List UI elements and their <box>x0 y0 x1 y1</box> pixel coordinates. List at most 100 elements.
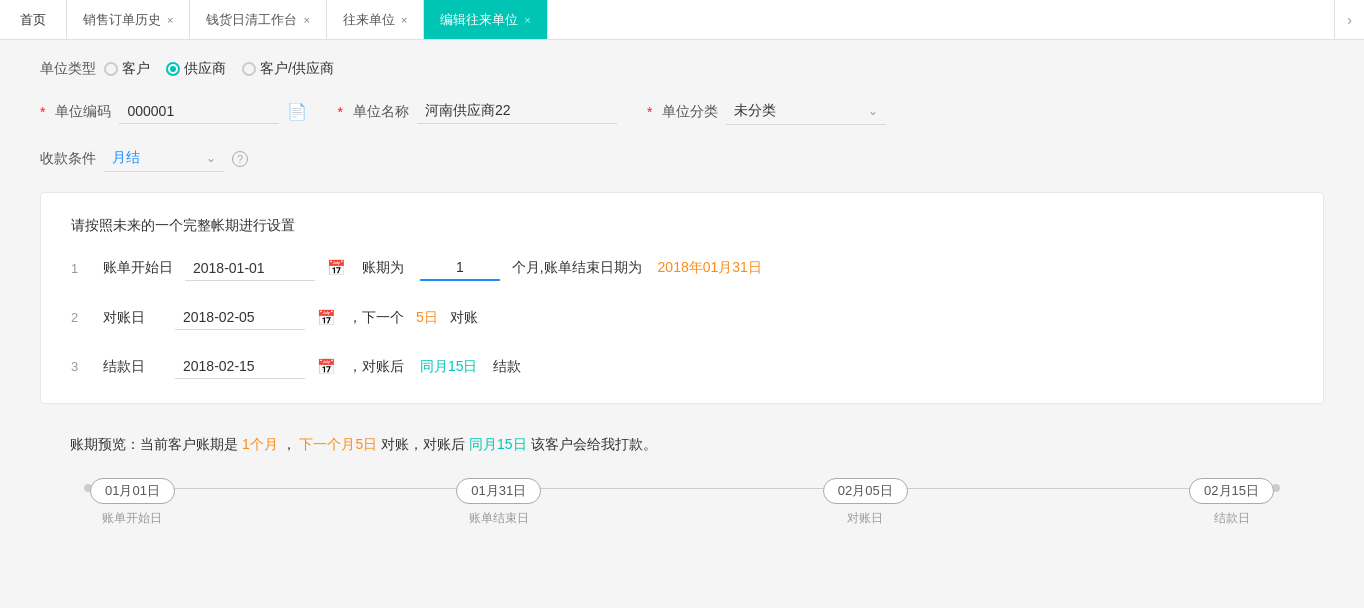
unit-code-icon[interactable]: 📄 <box>287 102 307 121</box>
unit-name-field: * 单位名称 <box>337 99 616 124</box>
radio-supplier-label: 供应商 <box>184 60 226 78</box>
unit-category-field: * 单位分类 未分类 ⌄ <box>647 98 886 125</box>
tab-sales-history[interactable]: 销售订单历史 × <box>67 0 190 39</box>
radio-customer-label: 客户 <box>122 60 150 78</box>
period-recon-prefix: ，下一个 <box>348 309 404 327</box>
unit-category-arrow: ⌄ <box>868 104 878 118</box>
timeline-badge-4: 02月15日 <box>1189 478 1274 504</box>
tab-cash-desk-close[interactable]: × <box>303 14 309 26</box>
timeline-label-3: 对账日 <box>847 510 883 527</box>
tab-cash-desk[interactable]: 钱货日清工作台 × <box>190 0 326 39</box>
radio-both-label: 客户/供应商 <box>260 60 334 78</box>
tab-sales-history-close[interactable]: × <box>167 14 173 26</box>
period-num-1: 1 <box>71 261 91 276</box>
radio-both-circle <box>242 62 256 76</box>
tab-counterparty-label: 往来单位 <box>343 11 395 29</box>
period-payment-calendar-icon[interactable]: 📅 <box>317 358 336 376</box>
payment-terms-value: 月结 <box>112 149 200 167</box>
tab-home[interactable]: 首页 <box>0 0 67 39</box>
main-content: 单位类型 客户 供应商 客户/供应商 * 单位编码 <box>0 40 1364 608</box>
tab-edit-counterparty[interactable]: 编辑往来单位 × <box>424 0 547 39</box>
payment-terms-select[interactable]: 月结 ⌄ <box>104 145 224 172</box>
preview-section: 账期预览：当前客户账期是 1个月 ， 下一个月5日 对账，对账后 同月15日 该… <box>40 420 1324 543</box>
period-recon-suffix: 对账 <box>450 309 478 327</box>
unit-category-value: 未分类 <box>734 102 862 120</box>
timeline-node-4: 02月15日 结款日 <box>1189 478 1274 527</box>
period-row-3: 3 结款日 📅 ，对账后 同月15日 结款 <box>71 354 1293 379</box>
chevron-right-icon: › <box>1347 12 1352 28</box>
unit-code-label: 单位编码 <box>55 103 111 121</box>
period-start-date-input[interactable] <box>185 256 315 281</box>
unit-code-required: * <box>40 104 45 120</box>
tab-counterparty-close[interactable]: × <box>401 14 407 26</box>
unit-category-select[interactable]: 未分类 ⌄ <box>726 98 886 125</box>
preview-suffix: 该客户会给我打款。 <box>531 436 657 452</box>
period-start-calendar-icon[interactable]: 📅 <box>327 259 346 277</box>
period-end-date-highlight: 2018年01月31日 <box>658 259 762 277</box>
tab-edit-counterparty-label: 编辑往来单位 <box>440 11 518 29</box>
tab-edit-counterparty-close[interactable]: × <box>524 14 530 26</box>
unit-info-row: * 单位编码 📄 * 单位名称 * 单位分类 未分类 ⌄ <box>40 98 1324 125</box>
unit-name-required: * <box>337 104 342 120</box>
radio-supplier-circle <box>166 62 180 76</box>
preview-part3: 同月15日 <box>469 436 527 452</box>
tab-bar: 首页 销售订单历史 × 钱货日清工作台 × 往来单位 × 编辑往来单位 × › <box>0 0 1364 40</box>
tab-counterparty[interactable]: 往来单位 × <box>327 0 424 39</box>
tab-sales-history-label: 销售订单历史 <box>83 11 161 29</box>
preview-text: 账期预览：当前客户账期是 1个月 ， 下一个月5日 对账，对账后 同月15日 该… <box>70 436 1294 454</box>
timeline-badge-2: 01月31日 <box>456 478 541 504</box>
timeline-badge-3: 02月05日 <box>823 478 908 504</box>
timeline-node-1: 01月01日 账单开始日 <box>90 478 175 527</box>
period-row-2: 2 对账日 📅 ，下一个 5日 对账 <box>71 305 1293 330</box>
period-start-suffix: 账期为 <box>358 259 408 277</box>
period-payment-suffix: 结款 <box>489 358 521 376</box>
tab-scroll-arrow[interactable]: › <box>1334 0 1364 39</box>
payment-terms-label: 收款条件 <box>40 150 96 168</box>
unit-code-field: * 单位编码 📄 <box>40 99 307 124</box>
period-payment-date-input[interactable] <box>175 354 305 379</box>
unit-category-required: * <box>647 104 652 120</box>
help-icon[interactable]: ? <box>232 151 248 167</box>
timeline-label-1: 账单开始日 <box>102 510 162 527</box>
unit-name-input[interactable] <box>417 99 617 124</box>
unit-type-field: 单位类型 客户 供应商 客户/供应商 <box>40 60 334 78</box>
period-recon-calendar-icon[interactable]: 📅 <box>317 309 336 327</box>
timeline-node-2: 01月31日 账单结束日 <box>456 478 541 527</box>
preview-part1: 1个月 <box>242 436 278 452</box>
preview-sep2: 对账，对账后 <box>381 436 465 452</box>
unit-code-input[interactable] <box>119 99 279 124</box>
radio-group: 客户 供应商 客户/供应商 <box>104 60 334 78</box>
period-payment-highlight: 同月15日 <box>420 358 478 376</box>
period-row-1: 1 账单开始日 📅 账期为 个月,账单结束日期为 2018年01月31日 <box>71 255 1293 281</box>
payment-terms-arrow: ⌄ <box>206 151 216 165</box>
timeline-wrapper: 01月01日 账单开始日 01月31日 账单结束日 02月05日 对账日 02月… <box>70 478 1294 527</box>
payment-terms-field: 收款条件 月结 ⌄ ? <box>40 145 248 172</box>
timeline-nodes: 01月01日 账单开始日 01月31日 账单结束日 02月05日 对账日 02月… <box>90 478 1274 527</box>
tab-home-label: 首页 <box>20 11 46 29</box>
unit-name-label: 单位名称 <box>353 103 409 121</box>
tab-cash-desk-label: 钱货日清工作台 <box>206 11 297 29</box>
unit-type-label: 单位类型 <box>40 60 96 78</box>
timeline-node-3: 02月05日 对账日 <box>823 478 908 527</box>
period-start-label: 账单开始日 <box>103 259 173 277</box>
period-month-input[interactable] <box>420 255 500 281</box>
preview-prefix: 账期预览：当前客户账期是 <box>70 436 238 452</box>
radio-customer-circle <box>104 62 118 76</box>
timeline-label-2: 账单结束日 <box>469 510 529 527</box>
period-payment-prefix: ，对账后 <box>348 358 408 376</box>
radio-both[interactable]: 客户/供应商 <box>242 60 334 78</box>
period-recon-date-input[interactable] <box>175 305 305 330</box>
period-title: 请按照未来的一个完整帐期进行设置 <box>71 217 1293 235</box>
timeline-label-4: 结款日 <box>1214 510 1250 527</box>
period-num-2: 2 <box>71 310 91 325</box>
period-payment-label: 结款日 <box>103 358 163 376</box>
preview-part2: 下一个月5日 <box>299 436 377 452</box>
unit-type-row: 单位类型 客户 供应商 客户/供应商 <box>40 60 1324 78</box>
period-num-3: 3 <box>71 359 91 374</box>
period-box: 请按照未来的一个完整帐期进行设置 1 账单开始日 📅 账期为 个月,账单结束日期… <box>40 192 1324 404</box>
unit-category-label: 单位分类 <box>662 103 718 121</box>
preview-sep1: ， <box>282 436 296 452</box>
radio-customer[interactable]: 客户 <box>104 60 150 78</box>
period-recon-label: 对账日 <box>103 309 163 327</box>
radio-supplier[interactable]: 供应商 <box>166 60 226 78</box>
